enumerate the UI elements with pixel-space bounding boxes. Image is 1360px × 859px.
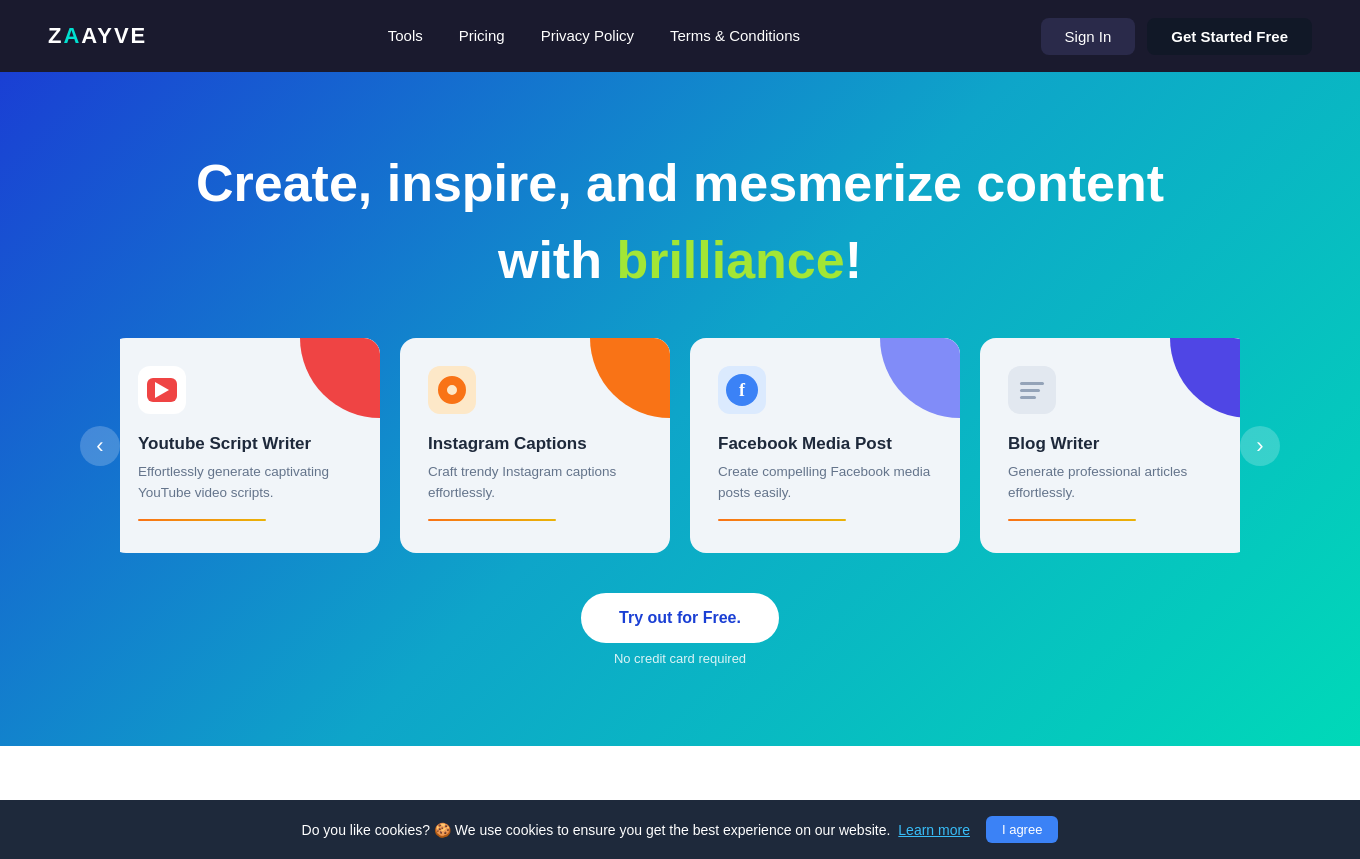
instagram-icon bbox=[428, 366, 476, 414]
signin-button[interactable]: Sign In bbox=[1041, 18, 1136, 55]
card-title-facebook: Facebook Media Post bbox=[718, 434, 932, 454]
nav-privacy[interactable]: Privacy Policy bbox=[541, 27, 634, 44]
nav-links: Tools Pricing Privacy Policy Terms & Con… bbox=[388, 27, 800, 45]
try-free-button[interactable]: Try out for Free. bbox=[581, 593, 779, 643]
carousel-prev-button[interactable]: ‹ bbox=[80, 426, 120, 466]
cookie-agree-button[interactable]: I agree bbox=[986, 816, 1058, 843]
card-deco-youtube bbox=[300, 338, 380, 418]
youtube-icon bbox=[138, 366, 186, 414]
hero-title-line1: Create, inspire, and mesmerize content bbox=[48, 152, 1312, 214]
card-youtube: Youtube Script Writer Effortlessly gener… bbox=[120, 338, 380, 553]
card-divider-facebook bbox=[718, 519, 846, 521]
cookie-learn-more[interactable]: Learn more bbox=[898, 822, 970, 838]
card-facebook: f Facebook Media Post Create compelling … bbox=[690, 338, 960, 553]
card-deco-instagram bbox=[590, 338, 670, 418]
card-desc-instagram: Craft trendy Instagram captions effortle… bbox=[428, 462, 642, 503]
nav-pricing[interactable]: Pricing bbox=[459, 27, 505, 44]
cards-container: Youtube Script Writer Effortlessly gener… bbox=[120, 338, 1240, 553]
card-title-youtube: Youtube Script Writer bbox=[138, 434, 352, 454]
try-note: No credit card required bbox=[614, 651, 746, 666]
blog-icon bbox=[1008, 366, 1056, 414]
card-desc-youtube: Effortlessly generate captivating YouTub… bbox=[138, 462, 352, 503]
card-desc-blog: Generate professional articles effortles… bbox=[1008, 462, 1222, 503]
card-instagram: Instagram Captions Craft trendy Instagra… bbox=[400, 338, 670, 553]
card-deco-blog bbox=[1170, 338, 1240, 418]
card-divider-instagram bbox=[428, 519, 556, 521]
hero-title-line2: with brilliance! bbox=[48, 230, 1312, 290]
card-divider-blog bbox=[1008, 519, 1136, 521]
card-divider-youtube bbox=[138, 519, 266, 521]
cookie-text: Do you like cookies? 🍪 We use cookies to… bbox=[302, 822, 891, 838]
get-started-button[interactable]: Get Started Free bbox=[1147, 18, 1312, 55]
card-deco-facebook bbox=[880, 338, 960, 418]
nav-actions: Sign In Get Started Free bbox=[1041, 18, 1312, 55]
try-section: Try out for Free. No credit card require… bbox=[48, 593, 1312, 666]
cookie-banner: Do you like cookies? 🍪 We use cookies to… bbox=[0, 800, 1360, 859]
card-title-blog: Blog Writer bbox=[1008, 434, 1222, 454]
hero-section: Create, inspire, and mesmerize content w… bbox=[0, 72, 1360, 746]
card-title-instagram: Instagram Captions bbox=[428, 434, 642, 454]
card-desc-facebook: Create compelling Facebook media posts e… bbox=[718, 462, 932, 503]
nav-terms[interactable]: Terms & Conditions bbox=[670, 27, 800, 44]
facebook-icon: f bbox=[718, 366, 766, 414]
navbar: ZAAYVE Tools Pricing Privacy Policy Term… bbox=[0, 0, 1360, 72]
carousel-next-button[interactable]: › bbox=[1240, 426, 1280, 466]
nav-tools[interactable]: Tools bbox=[388, 27, 423, 44]
logo: ZAAYVE bbox=[48, 23, 147, 49]
card-blog: Blog Writer Generate professional articl… bbox=[980, 338, 1240, 553]
carousel: ‹ Youtube Script Writer Effortlessly gen… bbox=[80, 338, 1280, 553]
brilliance-text: brilliance bbox=[616, 231, 844, 289]
